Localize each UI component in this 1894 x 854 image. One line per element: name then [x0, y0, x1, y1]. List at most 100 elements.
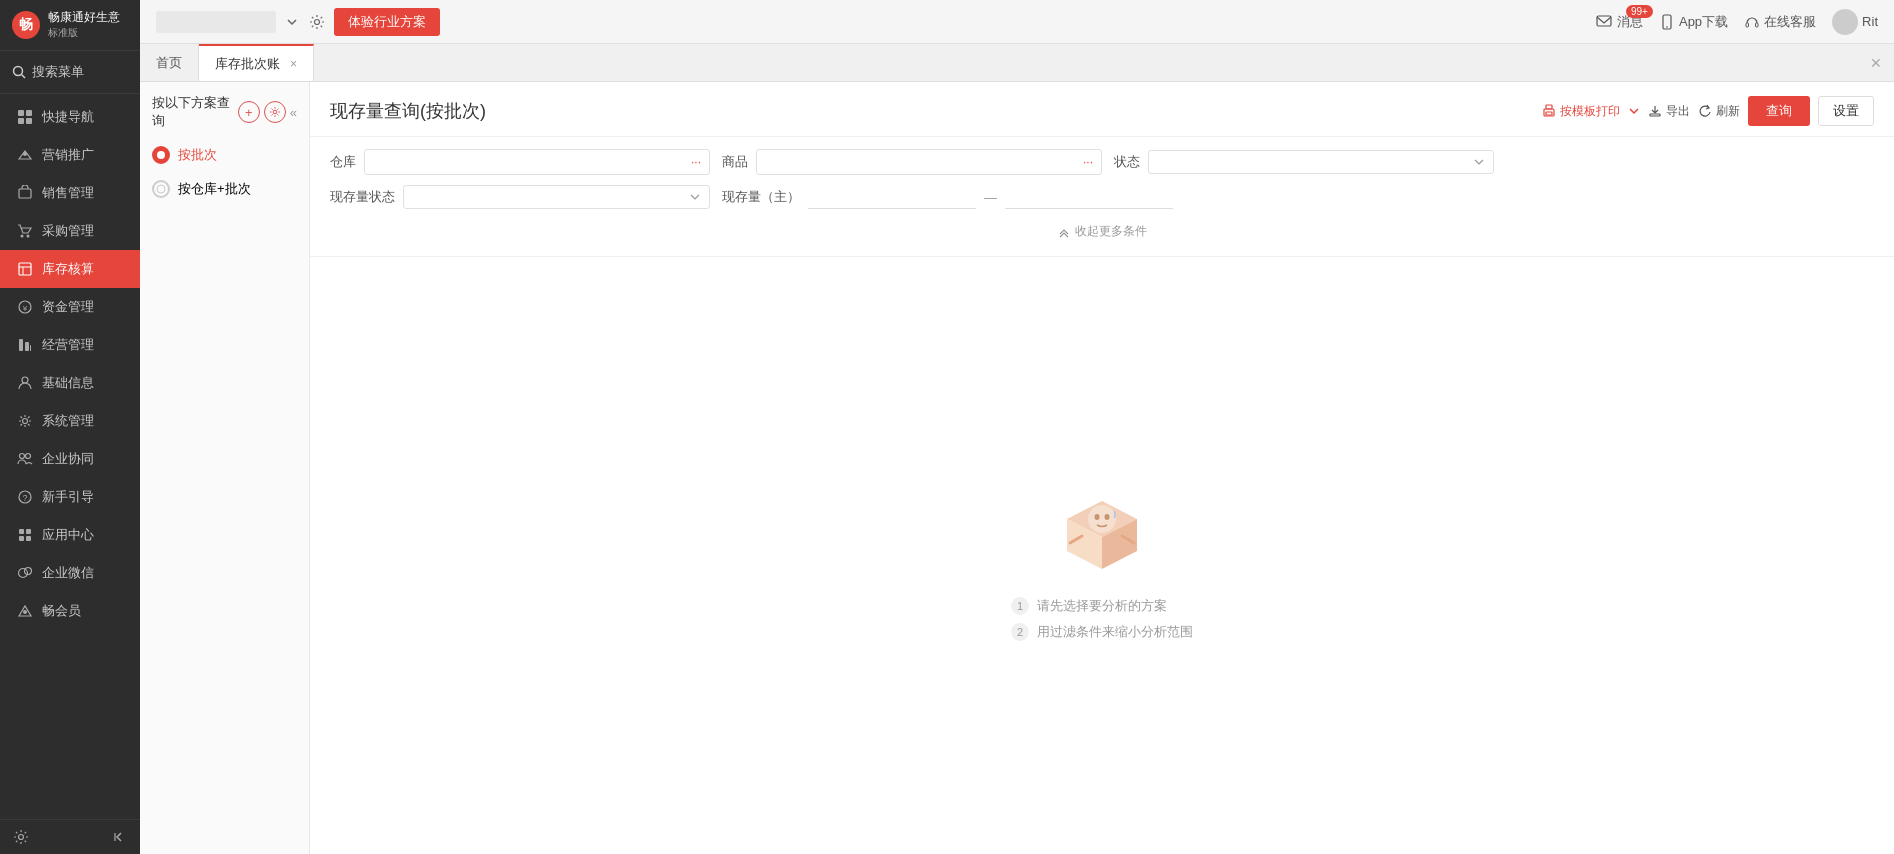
warehouse-input-box[interactable]: ···: [364, 149, 710, 175]
sidebar-item-operation[interactable]: 经营管理: [0, 326, 140, 364]
clock-icon: [156, 184, 166, 194]
sidebar-item-basic-label: 基础信息: [42, 374, 94, 392]
sidebar-item-member-label: 畅会员: [42, 602, 81, 620]
tip-text-2: 用过滤条件来缩小分析范围: [1037, 623, 1193, 641]
sidebar-item-app-center[interactable]: 应用中心: [0, 516, 140, 554]
online-service-button[interactable]: 在线客服: [1744, 13, 1816, 31]
sidebar-item-basic[interactable]: 基础信息: [0, 364, 140, 402]
scheme-by-warehouse-batch-label: 按仓库+批次: [178, 180, 251, 198]
empty-illustration: [1042, 471, 1162, 581]
filter-stock-status: 现存量状态: [330, 185, 710, 209]
svg-rect-7: [19, 189, 31, 198]
svg-rect-27: [26, 536, 31, 541]
empty-tips: 1 请先选择要分析的方案 2 用过滤条件来缩小分析范围: [1011, 597, 1193, 641]
content-area: 按以下方案查询 + « 按批次: [140, 82, 1894, 854]
sidebar-item-newbie[interactable]: ? 新手引导: [0, 478, 140, 516]
newbie-icon: ?: [16, 488, 34, 506]
refresh-icon: [1698, 104, 1712, 118]
svg-point-0: [14, 66, 23, 75]
empty-tip-2: 2 用过滤条件来缩小分析范围: [1011, 623, 1193, 641]
add-scheme-btn[interactable]: +: [238, 101, 260, 123]
sidebar-item-member[interactable]: 畅会员: [0, 592, 140, 630]
search-menu-button[interactable]: 搜索菜单: [12, 59, 128, 85]
tabbar: 首页 库存批次账 × ✕: [140, 44, 1894, 82]
stock-status-select[interactable]: [403, 185, 710, 209]
sidebar-item-collab[interactable]: 企业协同: [0, 440, 140, 478]
stock-main-min-input[interactable]: [808, 185, 976, 209]
export-button[interactable]: 导出: [1648, 103, 1690, 120]
sidebar-item-wechat-label: 企业微信: [42, 564, 94, 582]
messages-button[interactable]: 消息 99+: [1595, 13, 1643, 31]
print-dropdown-btn[interactable]: [1628, 105, 1640, 117]
system-icon: [16, 412, 34, 430]
svg-point-21: [26, 453, 31, 458]
scheme-item-by-warehouse-batch[interactable]: 按仓库+批次: [140, 172, 309, 206]
tab-inventory-batch[interactable]: 库存批次账 ×: [199, 44, 314, 81]
sidebar-item-purchase[interactable]: 采购管理: [0, 212, 140, 250]
svg-rect-34: [1597, 16, 1611, 26]
filter-stock-main: 现存量（主） —: [722, 185, 1102, 209]
collapse-more-conditions[interactable]: 收起更多条件: [330, 219, 1874, 244]
inventory-icon: [16, 260, 34, 278]
svg-rect-4: [18, 118, 24, 124]
user-menu-button[interactable]: Rit: [1832, 9, 1878, 35]
export-label: 导出: [1666, 103, 1690, 120]
tab-close-btn[interactable]: ×: [290, 57, 297, 71]
sidebar-item-sales[interactable]: 销售管理: [0, 174, 140, 212]
warehouse-label: 仓库: [330, 153, 356, 171]
sidebar: 畅 畅康通好生意 标准版 搜索菜单 快捷导航 营销推广: [0, 0, 140, 854]
scheme-item-by-batch[interactable]: 按批次: [140, 138, 309, 172]
svg-point-49: [1095, 514, 1100, 520]
svg-point-30: [23, 610, 27, 614]
svg-point-50: [1105, 514, 1110, 520]
svg-point-9: [27, 234, 30, 237]
refresh-button[interactable]: 刷新: [1698, 103, 1740, 120]
headphone-icon: [1744, 14, 1760, 30]
sidebar-item-marketing[interactable]: 营销推广: [0, 136, 140, 174]
trial-button[interactable]: 体验行业方案: [334, 8, 440, 36]
sidebar-item-purchase-label: 采购管理: [42, 222, 94, 240]
tab-home-label: 首页: [156, 54, 182, 72]
topbar-dropdown-icon[interactable]: [284, 14, 300, 30]
sidebar-item-system[interactable]: 系统管理: [0, 402, 140, 440]
sidebar-item-quick[interactable]: 快捷导航: [0, 98, 140, 136]
scheme-settings-btn[interactable]: [264, 101, 286, 123]
sidebar-item-finance[interactable]: ¥ 资金管理: [0, 288, 140, 326]
app-download-button[interactable]: App下载: [1659, 13, 1728, 31]
sales-icon: [16, 184, 34, 202]
collapse-left-panel-btn[interactable]: «: [290, 105, 297, 120]
sidebar-item-newbie-label: 新手引导: [42, 488, 94, 506]
product-more-btn[interactable]: ···: [1083, 155, 1093, 169]
topbar-search-input[interactable]: [156, 11, 276, 33]
collab-icon: [16, 450, 34, 468]
left-panel-actions: + «: [238, 101, 297, 123]
status-select[interactable]: [1148, 150, 1494, 174]
tab-home[interactable]: 首页: [140, 44, 199, 81]
brand-icon: 畅: [12, 11, 40, 39]
left-panel-header: 按以下方案查询 + «: [140, 82, 309, 138]
app-download-label: App下载: [1679, 13, 1728, 31]
svg-text:?: ?: [22, 493, 27, 503]
select-arrow-icon: [1473, 156, 1485, 168]
product-input-box[interactable]: ···: [756, 149, 1102, 175]
settings-icon: [12, 828, 30, 846]
sidebar-item-app-center-label: 应用中心: [42, 526, 94, 544]
settings-footer-btn[interactable]: [12, 828, 30, 846]
sidebar-search-area[interactable]: 搜索菜单: [0, 51, 140, 94]
sidebar-item-inventory[interactable]: 库存核算: [0, 250, 140, 288]
query-button[interactable]: 查询: [1748, 96, 1810, 126]
page-title: 现存量查询(按批次): [330, 99, 486, 123]
sidebar-item-wechat[interactable]: 企业微信: [0, 554, 140, 592]
warehouse-more-btn[interactable]: ···: [691, 155, 701, 169]
print-button[interactable]: 按模板打印: [1542, 103, 1620, 120]
sidebar-item-sales-label: 销售管理: [42, 184, 94, 202]
filter-row-2: 现存量状态 现存量（主） —: [330, 185, 1874, 209]
stock-main-dash: —: [984, 190, 997, 205]
svg-rect-26: [19, 536, 24, 541]
tab-close-main-btn[interactable]: ✕: [1858, 55, 1894, 71]
collapse-sidebar-btn[interactable]: [110, 828, 128, 846]
svg-point-40: [157, 185, 165, 193]
stock-main-max-input[interactable]: [1005, 185, 1173, 209]
topbar-gear-btn[interactable]: [308, 13, 326, 31]
settings-button[interactable]: 设置: [1818, 96, 1874, 126]
